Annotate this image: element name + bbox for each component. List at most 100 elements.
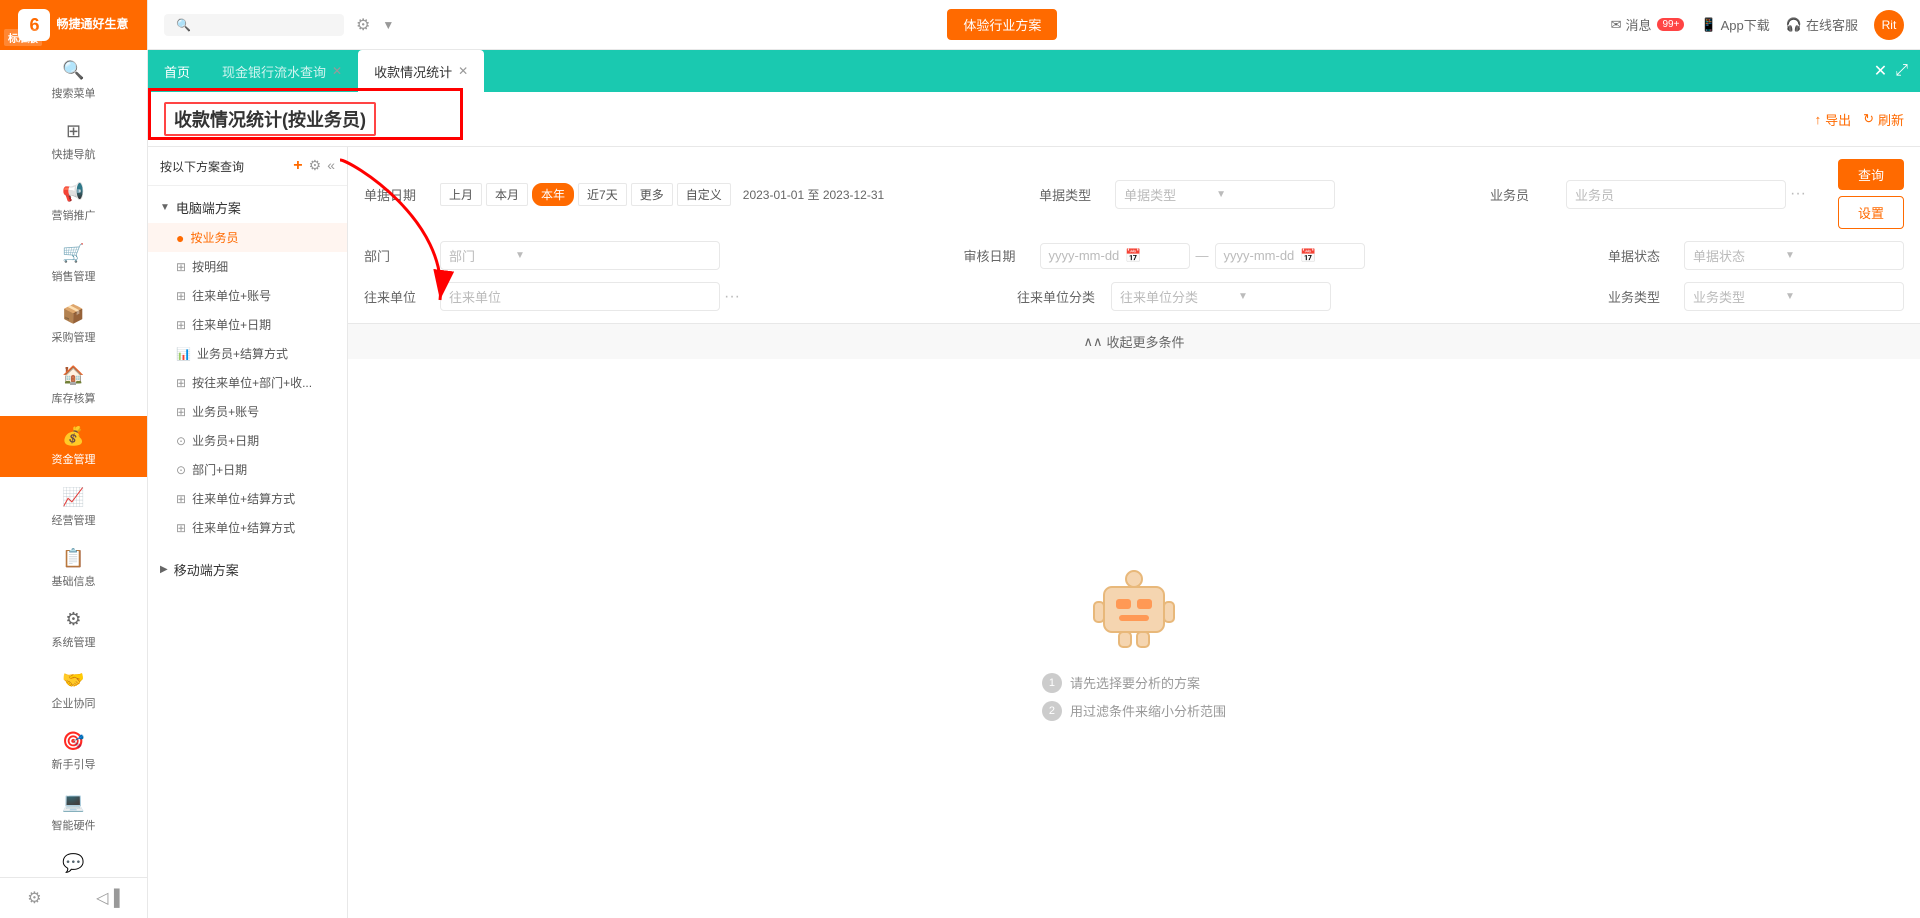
scheme-item-salesperson-settlement[interactable]: 📊 业务员+结算方式 bbox=[148, 339, 347, 368]
item-label-pd: 往来单位+日期 bbox=[192, 316, 271, 333]
scheme-item-partner-settlement1[interactable]: ⊞ 往来单位+结算方式 bbox=[148, 484, 347, 513]
partner-select[interactable]: 往来单位 bbox=[440, 282, 720, 311]
scheme-item-partner-account[interactable]: ⊞ 往来单位+账号 bbox=[148, 281, 347, 310]
scheme-item-salesperson-date[interactable]: ⊙ 业务员+日期 bbox=[148, 426, 347, 455]
collapse-label: 收起更多条件 bbox=[1107, 332, 1185, 351]
tab-cashflow[interactable]: 现金银行流水查询 ✕ bbox=[206, 50, 358, 92]
date-btn-last-month[interactable]: 上月 bbox=[440, 183, 482, 206]
export-label: 导出 bbox=[1825, 110, 1851, 129]
tab-collection-label: 收款情况统计 bbox=[374, 62, 452, 81]
salesperson-more-icon[interactable]: ··· bbox=[1790, 185, 1806, 203]
topbar-settings-icon[interactable]: ⚙ bbox=[356, 15, 370, 35]
sidebar-nav: 🔍 搜索菜单 ⊞ 快捷导航 📢 营销推广 🛒 销售管理 📦 采购管理 🏠 库存核… bbox=[0, 50, 147, 877]
sidebar-item-label: 营销推广 bbox=[52, 207, 96, 223]
tab-cashflow-close[interactable]: ✕ bbox=[332, 64, 342, 78]
export-btn[interactable]: ↑ 导出 bbox=[1815, 110, 1852, 129]
topbar-left: 🔍 ⚙ ▼ bbox=[164, 14, 394, 36]
biz-type-select[interactable]: 业务类型 ▼ bbox=[1684, 282, 1904, 311]
query-btn[interactable]: 查询 bbox=[1838, 159, 1904, 190]
sidebar-item-sales[interactable]: 🛒 销售管理 bbox=[0, 233, 147, 294]
scheme-group-mobile: ▶ 移动端方案 bbox=[148, 548, 347, 591]
tab-collection-close[interactable]: ✕ bbox=[458, 64, 468, 78]
empty-state: 1 请先选择要分析的方案 2 用过滤条件来缩小分析范围 bbox=[348, 359, 1920, 918]
messages-btn[interactable]: ✉ 消息 99+ bbox=[1611, 15, 1685, 34]
app-download-btn[interactable]: 📱 App下载 bbox=[1700, 15, 1769, 34]
enterprise-solution-btn[interactable]: 体验行业方案 bbox=[947, 9, 1057, 40]
sidebar-item-inventory[interactable]: 🏠 库存核算 bbox=[0, 355, 147, 416]
sidebar-collapse-icon[interactable]: ◁▐ bbox=[96, 888, 120, 908]
date-btn-more[interactable]: 更多 bbox=[631, 183, 673, 206]
voucher-status-value: 单据状态 bbox=[1693, 246, 1745, 265]
sidebar-item-operation[interactable]: 📈 经营管理 bbox=[0, 477, 147, 538]
empty-tips: 1 请先选择要分析的方案 2 用过滤条件来缩小分析范围 bbox=[1042, 673, 1226, 721]
calendar-from-icon: 📅 bbox=[1125, 248, 1141, 264]
tabbar: 首页 现金银行流水查询 ✕ 收款情况统计 ✕ ✕ ⤢ bbox=[148, 50, 1920, 92]
sidebar-item-marketing[interactable]: 📢 营销推广 bbox=[0, 172, 147, 233]
sidebar-item-hardware[interactable]: 💻 智能硬件 bbox=[0, 782, 147, 843]
scheme-item-partner-dept[interactable]: ⊞ 按往来单位+部门+收... bbox=[148, 368, 347, 397]
purchase-icon: 📦 bbox=[62, 304, 84, 325]
tab-home[interactable]: 首页 bbox=[148, 50, 206, 92]
scheme-item-dept-date[interactable]: ⊙ 部门+日期 bbox=[148, 455, 347, 484]
wxwork-icon: 💬 bbox=[62, 853, 84, 874]
date-btn-custom[interactable]: 自定义 bbox=[677, 183, 731, 206]
sidebar-settings-icon[interactable]: ⚙ bbox=[27, 888, 41, 908]
sidebar-item-label: 系统管理 bbox=[52, 634, 96, 650]
sidebar-item-system[interactable]: ⚙ 系统管理 bbox=[0, 599, 147, 660]
scheme-item-partner-date[interactable]: ⊞ 往来单位+日期 bbox=[148, 310, 347, 339]
date-btn-this-year[interactable]: 本年 bbox=[532, 183, 574, 206]
item-label-detail: 按明细 bbox=[192, 258, 228, 275]
voucher-type-select[interactable]: 单据类型 ▼ bbox=[1115, 180, 1335, 209]
review-date-from[interactable]: yyyy-mm-dd 📅 bbox=[1040, 243, 1190, 269]
voucher-status-label: 单据状态 bbox=[1608, 246, 1668, 265]
filter-row-1: 单据日期 上月 本月 本年 近7天 更多 自定义 2023-01-01 至 20… bbox=[364, 159, 1904, 229]
tab-maximize-icon[interactable]: ⤢ bbox=[1895, 62, 1908, 80]
scheme-item-partner-settlement2[interactable]: ⊞ 往来单位+结算方式 bbox=[148, 513, 347, 542]
mobile-group-arrow-icon: ▶ bbox=[160, 564, 168, 575]
partner-more-icon[interactable]: ··· bbox=[724, 288, 740, 306]
online-service-btn[interactable]: 🎧 在线客服 bbox=[1786, 15, 1858, 34]
dept-select[interactable]: 部门 ▼ bbox=[440, 241, 720, 270]
messages-label: 消息 bbox=[1625, 15, 1651, 34]
sidebar-item-purchase[interactable]: 📦 采购管理 bbox=[0, 294, 147, 355]
settings-btn[interactable]: 设置 bbox=[1838, 196, 1904, 229]
scheme-group-mobile-title[interactable]: ▶ 移动端方案 bbox=[148, 554, 347, 585]
scheme-add-btn[interactable]: + bbox=[293, 157, 302, 175]
scheme-item-by-salesperson[interactable]: ● 按业务员 bbox=[148, 223, 347, 252]
scheme-group-desktop-title[interactable]: ▼ 电脑端方案 bbox=[148, 192, 347, 223]
scheme-item-by-detail[interactable]: ⊞ 按明细 bbox=[148, 252, 347, 281]
review-date-to[interactable]: yyyy-mm-dd 📅 bbox=[1215, 243, 1365, 269]
sidebar-item-quicknav[interactable]: ⊞ 快捷导航 bbox=[0, 111, 147, 172]
topbar-dropdown-icon[interactable]: ▼ bbox=[382, 18, 394, 32]
search-box[interactable]: 🔍 bbox=[164, 14, 344, 36]
scheme-item-salesperson-account[interactable]: ⊞ 业务员+账号 bbox=[148, 397, 347, 426]
filter-row-3: 往来单位 往来单位 ··· 往来单位分类 往来单位分类 ▼ bbox=[364, 282, 1904, 323]
salesperson-value: 业务员 bbox=[1575, 185, 1614, 204]
scheme-settings-btn[interactable]: ⚙ bbox=[309, 157, 322, 175]
refresh-btn[interactable]: ↻ 刷新 bbox=[1863, 110, 1904, 129]
sidebar-item-enterprise[interactable]: 🤝 企业协同 bbox=[0, 660, 147, 721]
voucher-status-chevron: ▼ bbox=[1785, 250, 1795, 261]
tip-text-2: 用过滤条件来缩小分析范围 bbox=[1070, 701, 1226, 720]
voucher-status-select[interactable]: 单据状态 ▼ bbox=[1684, 241, 1904, 270]
sidebar-item-guide[interactable]: 🎯 新手引导 bbox=[0, 721, 147, 782]
tab-close-all-icon[interactable]: ✕ bbox=[1874, 61, 1887, 81]
user-avatar[interactable]: Rit bbox=[1874, 10, 1904, 40]
app-logo: 6 畅捷通好生意 标准版 bbox=[0, 0, 147, 50]
salesperson-select[interactable]: 业务员 bbox=[1566, 180, 1786, 209]
query-area-container: 单据日期 上月 本月 本年 近7天 更多 自定义 2023-01-01 至 20… bbox=[348, 147, 1920, 918]
sidebar-item-wxwork[interactable]: 💬 企业微信 bbox=[0, 843, 147, 877]
date-btn-this-month[interactable]: 本月 bbox=[486, 183, 528, 206]
tab-collection[interactable]: 收款情况统计 ✕ bbox=[358, 50, 484, 92]
scheme-collapse-btn[interactable]: « bbox=[327, 157, 335, 175]
collapse-btn[interactable]: ∧∧ 收起更多条件 bbox=[348, 323, 1920, 359]
sidebar-item-finance[interactable]: 💰 资金管理 bbox=[0, 416, 147, 477]
sidebar-item-label: 库存核算 bbox=[52, 390, 96, 406]
sidebar-item-search[interactable]: 🔍 搜索菜单 bbox=[0, 50, 147, 111]
partner-category-select[interactable]: 往来单位分类 ▼ bbox=[1111, 282, 1331, 311]
item-icon-pa: ⊞ bbox=[176, 289, 186, 303]
item-label-ps1: 往来单位+结算方式 bbox=[192, 490, 295, 507]
date-btn-7days[interactable]: 近7天 bbox=[578, 183, 627, 206]
message-icon: ✉ bbox=[1611, 17, 1622, 33]
sidebar-item-basicinfo[interactable]: 📋 基础信息 bbox=[0, 538, 147, 599]
